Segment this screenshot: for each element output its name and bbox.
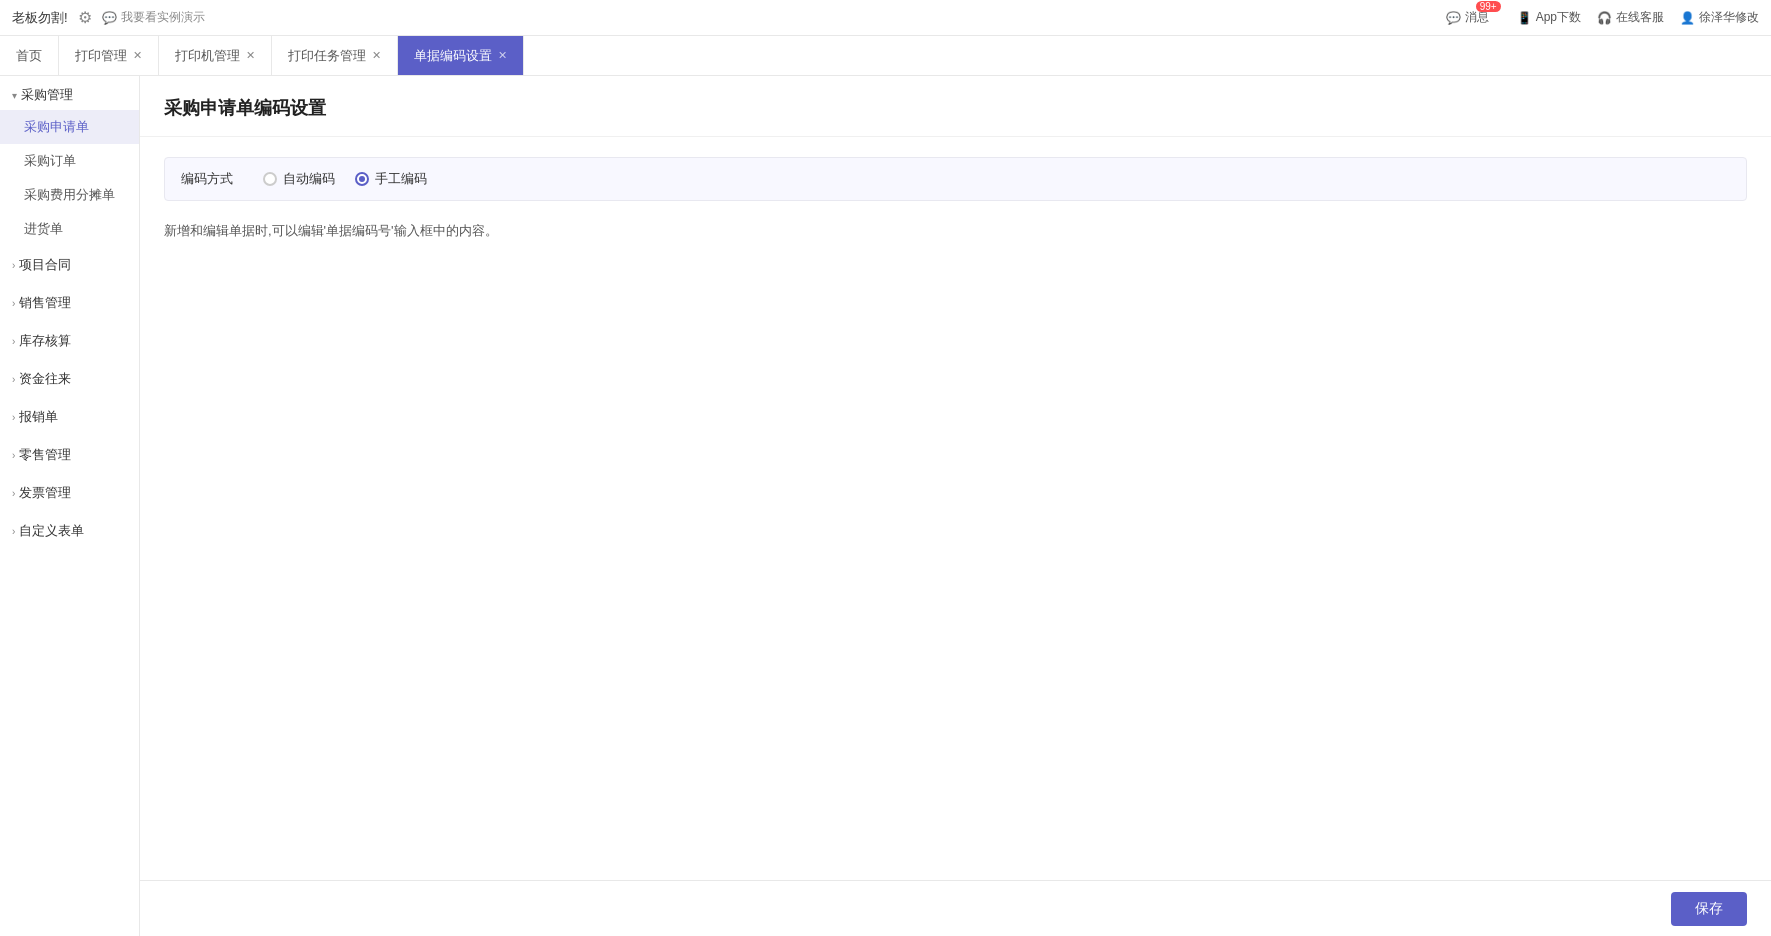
sidebar-item-inbound[interactable]: 进货单: [0, 212, 139, 246]
sidebar-group-custom-forms[interactable]: › 自定义表单: [0, 512, 139, 550]
page-header: 采购申请单编码设置: [140, 76, 1771, 137]
tab-label: 首页: [16, 47, 42, 65]
sidebar-item-label: 采购订单: [24, 153, 76, 168]
demo-text: 我要看实例演示: [121, 9, 205, 26]
sidebar-group-label: 零售管理: [19, 446, 71, 464]
user-avatar-icon: 👤: [1680, 11, 1695, 25]
encoding-section: 编码方式 自动编码 手工编码: [164, 157, 1747, 201]
tab-print-mgmt[interactable]: 打印管理 ✕: [59, 36, 159, 75]
tab-label: 单据编码设置: [414, 47, 492, 65]
sidebar-item-label: 进货单: [24, 221, 63, 236]
sidebar-group-label: 发票管理: [19, 484, 71, 502]
brand-text: 老板勿割!: [12, 9, 68, 27]
user-name: 徐泽华修改: [1699, 9, 1759, 26]
bottom-bar: 保存: [140, 880, 1771, 936]
app-download-button[interactable]: 📱 App下数: [1517, 9, 1581, 26]
message-button[interactable]: 💬 消息 99+: [1446, 9, 1489, 26]
save-button[interactable]: 保存: [1671, 892, 1747, 926]
tab-label: 打印机管理: [175, 47, 240, 65]
content-area: 采购申请单编码设置 编码方式 自动编码 手工编码 新增和编辑单据时,可以编辑'单据…: [140, 76, 1771, 936]
sidebar-group-capital[interactable]: › 资金往来: [0, 360, 139, 398]
radio-auto[interactable]: 自动编码: [263, 170, 335, 188]
sidebar-group-label: 销售管理: [19, 294, 71, 312]
sidebar-group-label: 项目合同: [19, 256, 71, 274]
sidebar-group-label: 采购管理: [21, 86, 73, 104]
radio-circle-manual: [355, 172, 369, 186]
message-badge: 99+: [1476, 1, 1501, 12]
page-body: 编码方式 自动编码 手工编码 新增和编辑单据时,可以编辑'单据编码号'输入框中的内…: [140, 137, 1771, 880]
tab-close-icon[interactable]: ✕: [133, 49, 142, 62]
user-menu[interactable]: 👤 徐泽华修改: [1680, 9, 1759, 26]
chevron-right-icon: ›: [12, 526, 15, 537]
demo-area[interactable]: 💬 我要看实例演示: [102, 9, 205, 26]
sidebar-group-retail-mgmt[interactable]: › 零售管理: [0, 436, 139, 474]
sidebar-group-invoice-mgmt[interactable]: › 发票管理: [0, 474, 139, 512]
headset-icon: 🎧: [1597, 11, 1612, 25]
sidebar-group-label: 自定义表单: [19, 522, 84, 540]
chevron-right-icon: ›: [12, 298, 15, 309]
message-icon: 💬: [1446, 11, 1461, 25]
sidebar: ▾采购管理采购申请单采购订单采购费用分摊单进货单›项目合同›销售管理›库存核算›…: [0, 76, 140, 936]
chevron-down-icon: ▾: [12, 90, 17, 101]
tab-close-icon[interactable]: ✕: [246, 49, 255, 62]
tab-close-icon[interactable]: ✕: [372, 49, 381, 62]
sidebar-group-inventory[interactable]: › 库存核算: [0, 322, 139, 360]
app-icon: 📱: [1517, 11, 1532, 25]
demo-icon: 💬: [102, 11, 117, 25]
top-bar: 老板勿割! ⚙ 💬 我要看实例演示 💬 消息 99+ 📱 App下数 🎧 在线客…: [0, 0, 1771, 36]
service-label: 在线客服: [1616, 9, 1664, 26]
top-bar-right: 💬 消息 99+ 📱 App下数 🎧 在线客服 👤 徐泽华修改: [1446, 9, 1759, 26]
settings-icon[interactable]: ⚙: [78, 8, 92, 27]
tab-single-code[interactable]: 单据编码设置 ✕: [398, 36, 524, 75]
page-title: 采购申请单编码设置: [164, 96, 1747, 120]
radio-manual[interactable]: 手工编码: [355, 170, 427, 188]
chevron-right-icon: ›: [12, 488, 15, 499]
sidebar-group-label: 资金往来: [19, 370, 71, 388]
sidebar-item-label: 采购申请单: [24, 119, 89, 134]
tab-bar: 首页 打印管理 ✕ 打印机管理 ✕ 打印任务管理 ✕ 单据编码设置 ✕: [0, 36, 1771, 76]
sidebar-group-sales-mgmt[interactable]: › 销售管理: [0, 284, 139, 322]
tab-print-task[interactable]: 打印任务管理 ✕: [272, 36, 398, 75]
hint-text: 新增和编辑单据时,可以编辑'单据编码号'输入框中的内容。: [164, 221, 1747, 242]
encoding-radio-group: 自动编码 手工编码: [263, 170, 427, 188]
chevron-right-icon: ›: [12, 450, 15, 461]
sidebar-item-purchase-order[interactable]: 采购订单: [0, 144, 139, 178]
encoding-label: 编码方式: [181, 170, 233, 188]
sidebar-item-label: 采购费用分摊单: [24, 187, 115, 202]
top-bar-left: 老板勿割! ⚙ 💬 我要看实例演示: [12, 8, 205, 27]
chevron-right-icon: ›: [12, 374, 15, 385]
sidebar-item-purchase-expense[interactable]: 采购费用分摊单: [0, 178, 139, 212]
radio-label-auto: 自动编码: [283, 170, 335, 188]
app-label: App下数: [1536, 9, 1581, 26]
tab-printer-mgmt[interactable]: 打印机管理 ✕: [159, 36, 272, 75]
chevron-right-icon: ›: [12, 260, 15, 271]
tab-close-icon[interactable]: ✕: [498, 49, 507, 62]
chevron-right-icon: ›: [12, 412, 15, 423]
main-layout: ▾采购管理采购申请单采购订单采购费用分摊单进货单›项目合同›销售管理›库存核算›…: [0, 76, 1771, 936]
chevron-right-icon: ›: [12, 336, 15, 347]
tab-label: 打印管理: [75, 47, 127, 65]
sidebar-group-label: 报销单: [19, 408, 58, 426]
sidebar-group-project-contract[interactable]: › 项目合同: [0, 246, 139, 284]
sidebar-group-returns[interactable]: › 报销单: [0, 398, 139, 436]
radio-label-manual: 手工编码: [375, 170, 427, 188]
online-service-button[interactable]: 🎧 在线客服: [1597, 9, 1664, 26]
sidebar-group-label: 库存核算: [19, 332, 71, 350]
radio-circle-auto: [263, 172, 277, 186]
tab-label: 打印任务管理: [288, 47, 366, 65]
sidebar-group-purchase[interactable]: ▾ 采购管理: [0, 76, 139, 110]
tab-home[interactable]: 首页: [0, 36, 59, 75]
sidebar-item-purchase-request[interactable]: 采购申请单: [0, 110, 139, 144]
